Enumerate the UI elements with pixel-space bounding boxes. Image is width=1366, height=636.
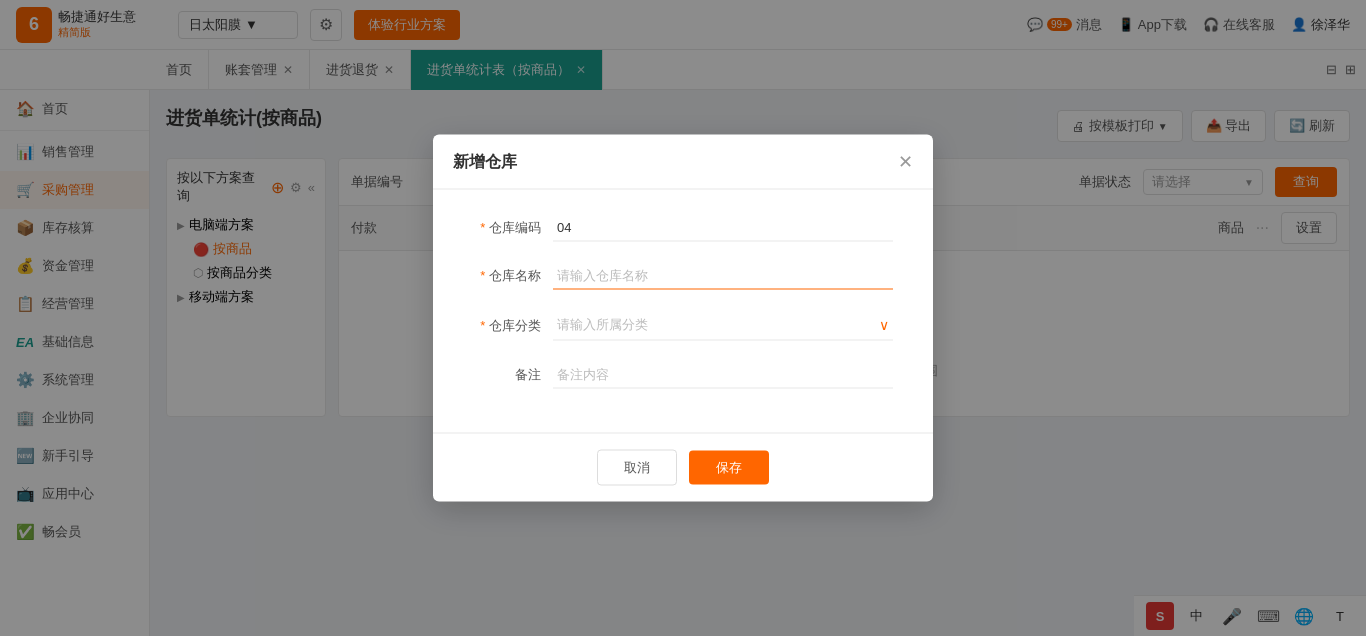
modal-body: 仓库编码 仓库名称 仓库分类 请输入所属分类 ∨ 备注 — [433, 190, 933, 433]
category-select[interactable]: 请输入所属分类 ∨ — [553, 310, 893, 341]
modal-footer: 取消 保存 — [433, 433, 933, 502]
name-input[interactable] — [553, 262, 893, 290]
note-input[interactable] — [553, 361, 893, 389]
form-row-code: 仓库编码 — [473, 214, 893, 242]
form-row-name: 仓库名称 — [473, 262, 893, 290]
code-input[interactable] — [553, 214, 893, 242]
chevron-down-icon: ∨ — [879, 317, 889, 333]
category-placeholder: 请输入所属分类 — [557, 316, 648, 334]
form-row-category: 仓库分类 请输入所属分类 ∨ — [473, 310, 893, 341]
form-row-note: 备注 — [473, 361, 893, 389]
name-label: 仓库名称 — [473, 267, 553, 285]
cancel-button[interactable]: 取消 — [597, 450, 677, 486]
code-label: 仓库编码 — [473, 219, 553, 237]
category-label: 仓库分类 — [473, 316, 553, 334]
note-label: 备注 — [473, 366, 553, 384]
modal-close-button[interactable]: ✕ — [898, 151, 913, 173]
modal-title: 新增仓库 — [453, 151, 517, 172]
new-warehouse-modal: 新增仓库 ✕ 仓库编码 仓库名称 仓库分类 请输入所属分类 ∨ 备注 取消 保存 — [433, 135, 933, 502]
modal-header: 新增仓库 ✕ — [433, 135, 933, 190]
save-button[interactable]: 保存 — [689, 451, 769, 485]
